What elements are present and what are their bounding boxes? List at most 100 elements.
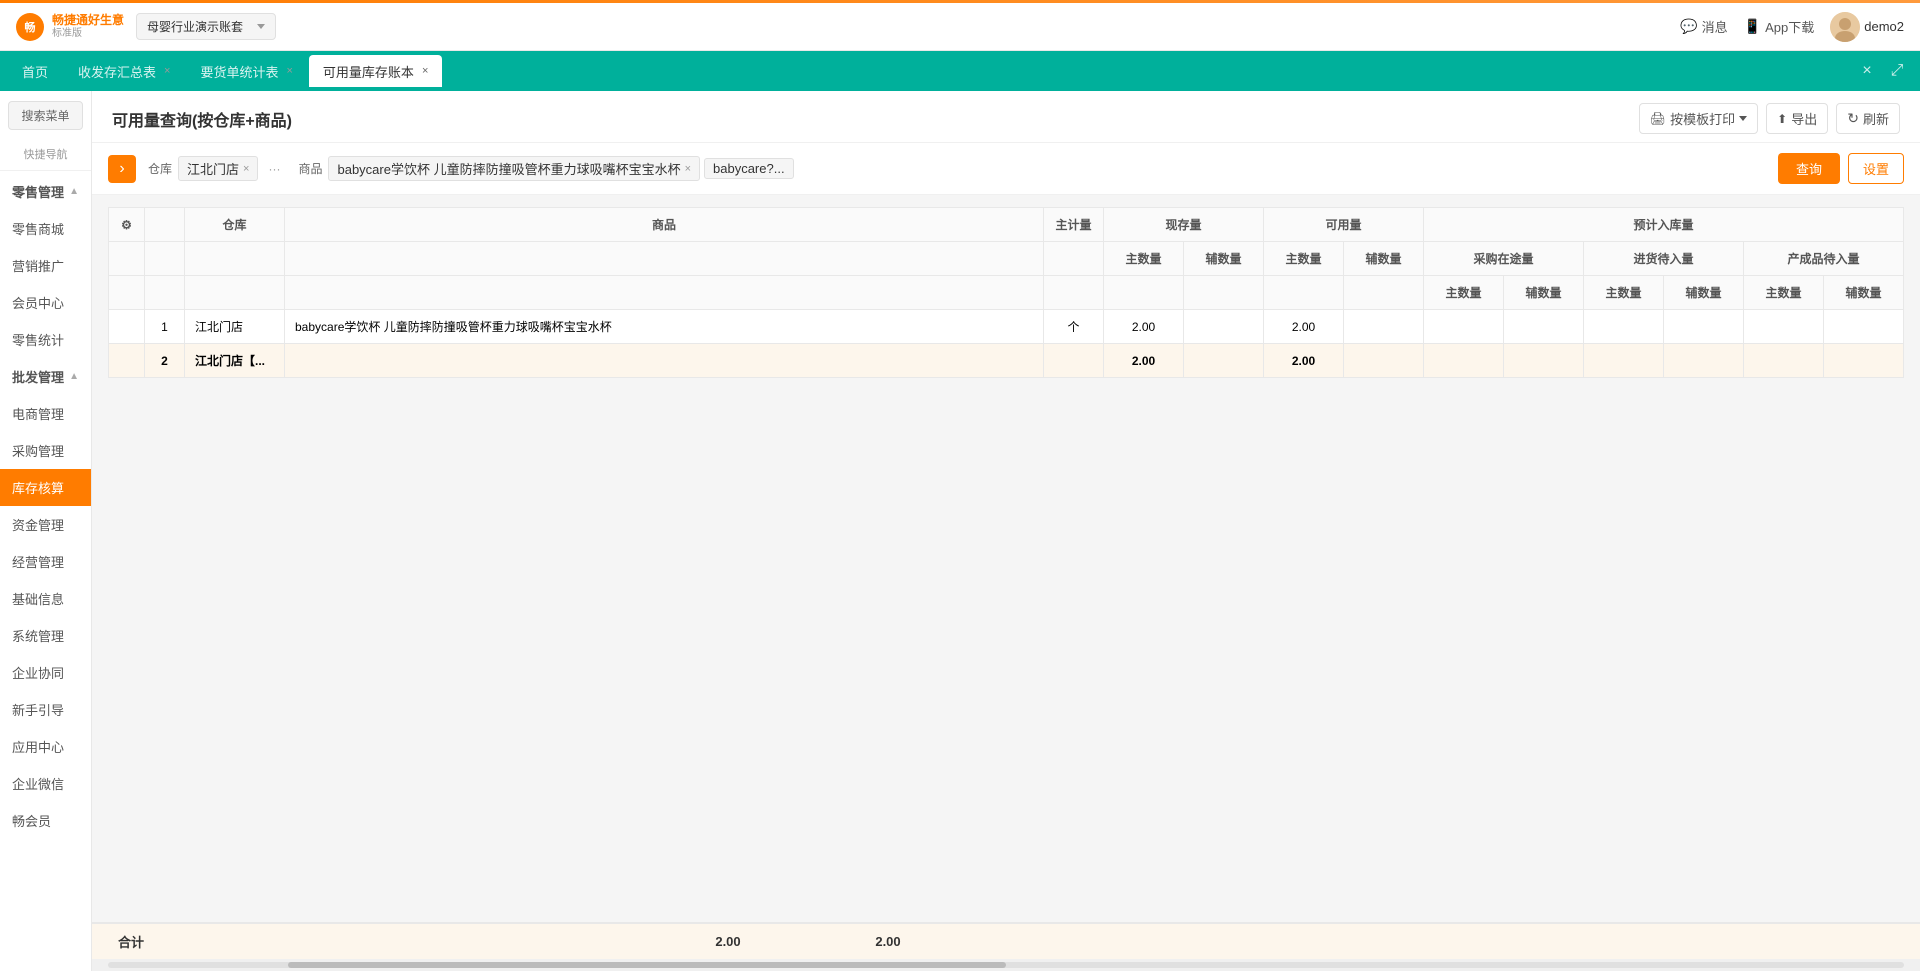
sidebar-item-finance-mgmt[interactable]: 资金管理 <box>0 506 91 543</box>
window-maximize-btn[interactable]: ⤢ <box>1886 60 1908 82</box>
th-production: 产成品待入量 <box>1744 242 1904 276</box>
th-empty-i <box>1344 276 1424 310</box>
filter-area: › 仓库 江北门店 × ··· 商品 babycare学饮杯 儿童防摔防撞吸管杯… <box>92 143 1920 195</box>
th-estimated-incoming: 预计入库量 <box>1424 208 1904 242</box>
sidebar-item-retail-stats[interactable]: 零售统计 <box>0 321 91 358</box>
warehouse-tag-close[interactable]: × <box>243 163 249 175</box>
th-empty-2 <box>145 242 185 276</box>
sidebar-item-basic-info[interactable]: 基础信息 <box>0 580 91 617</box>
tab-home-label: 首页 <box>22 62 48 81</box>
print-label: 按模板打印 <box>1670 109 1735 128</box>
sidebar-search-btn[interactable]: 搜索菜单 <box>8 101 83 130</box>
window-close-btn[interactable]: × <box>1856 60 1878 82</box>
export-btn[interactable]: 导出 <box>1766 103 1828 134</box>
tab-order-stats-label: 要货单统计表 <box>200 62 278 81</box>
row1-available-aux <box>1344 310 1424 344</box>
row2-warehouse: 江北门店【... <box>185 344 285 378</box>
th-incoming-main: 主数量 <box>1584 276 1664 310</box>
scroll-thumb[interactable] <box>288 962 1006 968</box>
sidebar-item-retail-mall[interactable]: 零售商城 <box>0 210 91 247</box>
sidebar-item-system-mgmt[interactable]: 系统管理 <box>0 617 91 654</box>
sidebar-item-ecommerce-mgmt[interactable]: 电商管理 <box>0 395 91 432</box>
table-row: 2 江北门店【... 2.00 2.00 <box>109 344 1904 378</box>
sidebar-item-retail-mgmt[interactable]: 零售管理 ▲ <box>0 173 91 210</box>
app-download-label: App下载 <box>1765 17 1814 36</box>
sidebar-item-marketing[interactable]: 营销推广 <box>0 247 91 284</box>
sidebar-item-finance-mgmt-label: 资金管理 <box>12 515 64 534</box>
tab-order-stats-close[interactable]: × <box>286 65 292 77</box>
tab-order-stats[interactable]: 要货单统计表 × <box>186 55 306 87</box>
sidebar-item-app-center[interactable]: 应用中心 <box>0 728 91 765</box>
top-bar: 畅 畅捷通好生意 标准版 母婴行业演示账套 消息 App下载 demo2 <box>0 3 1920 51</box>
avatar <box>1830 12 1860 42</box>
row1-unit: 个 <box>1044 310 1104 344</box>
warehouse-filter-label: 仓库 <box>148 160 172 177</box>
logo-subtitle: 标准版 <box>52 28 124 40</box>
row2-seq: 2 <box>145 344 185 378</box>
message-label: 消息 <box>1702 17 1728 36</box>
main-layout: 搜索菜单 快捷导航 零售管理 ▲ 零售商城 营销推广 会员中心 零售统计 批发管 <box>0 91 1920 971</box>
sidebar-item-inventory-check[interactable]: 库存核算 <box>0 469 91 506</box>
th-settings[interactable]: ⚙ <box>109 208 145 242</box>
product-tag-1[interactable]: babycare?... <box>704 158 794 179</box>
nav-window-btns: × ⤢ <box>1856 60 1912 82</box>
th-empty-4 <box>285 242 1044 276</box>
quick-nav-text[interactable]: 快捷导航 <box>8 142 83 166</box>
sidebar-item-enterprise-wechat[interactable]: 企业微信 <box>0 765 91 802</box>
sidebar-item-operation-mgmt-label: 经营管理 <box>12 552 64 571</box>
table-row: 1 江北门店 babycare学饮杯 儿童防摔防撞吸管杯重力球吸嘴杯宝宝水杯 个… <box>109 310 1904 344</box>
th-available-qty: 可用量 <box>1264 208 1424 242</box>
row1-available-main: 2.00 <box>1264 310 1344 344</box>
th-purchasing: 采购在途量 <box>1424 242 1584 276</box>
product-tag-0[interactable]: babycare学饮杯 儿童防摔防撞吸管杯重力球吸嘴杯宝宝水杯 × <box>328 156 700 181</box>
page-header-actions: 按模板打印 导出 刷新 <box>1639 103 1900 134</box>
tab-receive-summary-close[interactable]: × <box>164 65 170 77</box>
sidebar-item-member-center[interactable]: 会员中心 <box>0 284 91 321</box>
tab-receive-summary[interactable]: 收发存汇总表 × <box>64 55 184 87</box>
th-available-aux-qty: 辅数量 <box>1344 242 1424 276</box>
warehouse-tag-text: 江北门店 <box>187 159 239 178</box>
warehouse-filter-more[interactable]: ··· <box>262 160 286 178</box>
footer-current-aux <box>768 934 848 949</box>
horizontal-scrollbar[interactable] <box>92 959 1920 971</box>
settings-btn[interactable]: 设置 <box>1848 153 1904 184</box>
query-btn[interactable]: 查询 <box>1778 153 1840 184</box>
sidebar-item-new-guide-label: 新手引导 <box>12 700 64 719</box>
sidebar-item-member-center-label: 会员中心 <box>12 293 64 312</box>
print-btn[interactable]: 按模板打印 <box>1639 103 1759 134</box>
sidebar-item-new-guide[interactable]: 新手引导 <box>0 691 91 728</box>
sidebar: 搜索菜单 快捷导航 零售管理 ▲ 零售商城 营销推广 会员中心 零售统计 批发管 <box>0 91 92 971</box>
tab-available-stock-close[interactable]: × <box>422 65 428 77</box>
row1-product: babycare学饮杯 儿童防摔防撞吸管杯重力球吸嘴杯宝宝水杯 <box>285 310 1044 344</box>
refresh-btn[interactable]: 刷新 <box>1836 103 1900 134</box>
th-empty-1 <box>109 242 145 276</box>
warehouse-tag-0[interactable]: 江北门店 × <box>178 156 258 181</box>
sidebar-item-operation-mgmt[interactable]: 经营管理 <box>0 543 91 580</box>
row2-available-aux <box>1344 344 1424 378</box>
warehouse-filter-tags: 江北门店 × ··· <box>178 156 286 181</box>
product-tag-0-close[interactable]: × <box>685 163 691 175</box>
th-empty-b <box>145 276 185 310</box>
th-current-main-qty: 主数量 <box>1104 242 1184 276</box>
tab-home[interactable]: 首页 <box>8 55 62 87</box>
row2-inc-main <box>1584 344 1664 378</box>
scroll-track <box>108 962 1904 968</box>
filter-toggle-btn[interactable]: › <box>108 155 136 183</box>
sidebar-item-wholesale-mgmt-label: 批发管理 <box>12 367 64 386</box>
export-label: 导出 <box>1791 109 1817 128</box>
industry-selector[interactable]: 母婴行业演示账套 <box>136 13 276 40</box>
sidebar-item-enterprise-collab[interactable]: 企业协同 <box>0 654 91 691</box>
footer-empty-1 <box>188 934 248 949</box>
sidebar-item-vip-member[interactable]: 畅会员 <box>0 802 91 839</box>
app-download-action[interactable]: App下载 <box>1744 17 1815 36</box>
sidebar-item-basic-info-label: 基础信息 <box>12 589 64 608</box>
sidebar-item-wholesale-mgmt[interactable]: 批发管理 ▲ <box>0 358 91 395</box>
logo-icon: 畅 <box>16 13 44 41</box>
th-incoming: 进货待入量 <box>1584 242 1744 276</box>
message-action[interactable]: 消息 <box>1680 17 1727 36</box>
sidebar-item-purchase-mgmt[interactable]: 采购管理 <box>0 432 91 469</box>
tab-available-stock[interactable]: 可用量库存账本 × <box>309 55 442 87</box>
th-empty-h <box>1264 276 1344 310</box>
row2-inc-aux <box>1664 344 1744 378</box>
user-profile[interactable]: demo2 <box>1830 12 1904 42</box>
